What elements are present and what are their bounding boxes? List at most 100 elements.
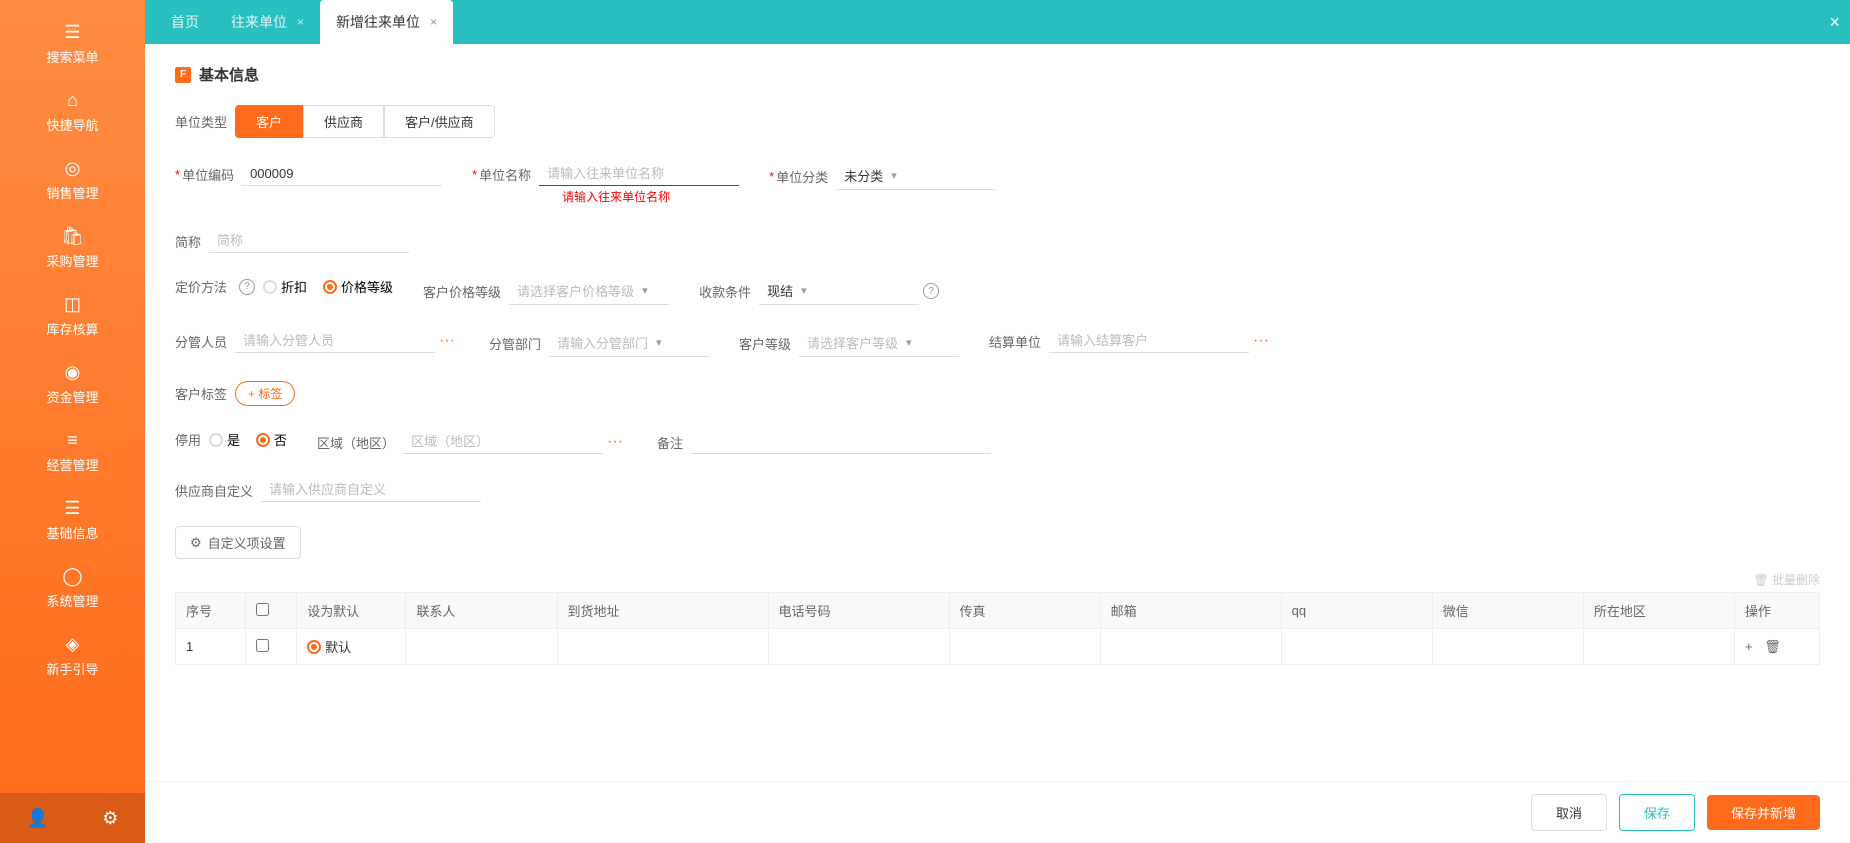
default-radio-item[interactable]: 默认 — [307, 637, 395, 656]
unit-code-label: 单位编码 — [182, 165, 234, 184]
remark-input[interactable] — [691, 430, 991, 454]
sidebar-item-inventory[interactable]: ◫ 库存核算 — [0, 282, 145, 350]
inventory-icon: ◫ — [64, 294, 81, 315]
customer-tag-group: 客户标签 + 标签 — [175, 381, 295, 406]
unit-name-input[interactable] — [539, 162, 739, 186]
contact-input[interactable] — [416, 639, 496, 654]
row-delete-icon[interactable]: 🗑 — [1764, 639, 1781, 654]
sidebar-label-basics: 基础信息 — [46, 523, 98, 542]
settlement-unit-input[interactable] — [1049, 329, 1249, 353]
disabled-yes-circle — [209, 433, 223, 447]
unit-type-customer-btn[interactable]: 客户 — [235, 105, 303, 138]
cell-default: 默认 — [297, 629, 406, 665]
cell-email — [1100, 629, 1281, 665]
payment-terms-group: 收款条件 现结 ▾ ? — [699, 277, 939, 305]
code-name-category-row: * 单位编码 * 单位名称 请输入往来单位名称 * 单位分类 未分类 ▾ — [175, 162, 1820, 213]
custom-settings-btn[interactable]: ⚙ 自定义项设置 — [175, 526, 301, 559]
unit-type-both-btn[interactable]: 客户/供应商 — [384, 105, 495, 138]
th-action: 操作 — [1735, 593, 1820, 629]
abbr-input[interactable] — [209, 229, 409, 253]
sidebar-item-search[interactable]: ☰ 搜索菜单 — [0, 10, 145, 78]
tab-new-partner-close[interactable]: × — [430, 15, 437, 29]
supplier-custom-label: 供应商自定义 — [175, 481, 253, 500]
supplier-custom-input[interactable] — [261, 478, 481, 502]
basics-icon: ☰ — [64, 498, 80, 519]
purchase-icon: 🛍 — [61, 226, 84, 247]
search-icon: ☰ — [64, 22, 80, 43]
window-close-icon[interactable]: × — [1829, 12, 1840, 33]
manager-dots-btn[interactable]: ··· — [435, 332, 459, 350]
save-button[interactable]: 保存 — [1619, 794, 1695, 831]
tab-new-partner[interactable]: 新增往来单位 × — [320, 0, 453, 44]
area-label: 区域（地区） — [317, 433, 395, 452]
sidebar-item-quick-nav[interactable]: ⌂ 快捷导航 — [0, 78, 145, 146]
th-phone: 电话号码 — [768, 593, 949, 629]
customer-level-select[interactable]: 请选择客户等级 ▾ — [799, 329, 959, 357]
sidebar-item-guide[interactable]: ◈ 新手引导 — [0, 622, 145, 690]
th-region: 所在地区 — [1583, 593, 1734, 629]
cancel-button[interactable]: 取消 — [1531, 794, 1607, 831]
disabled-yes-radio[interactable]: 是 — [209, 430, 240, 449]
region-input[interactable] — [1594, 639, 1674, 654]
cell-region — [1583, 629, 1734, 665]
payment-terms-select[interactable]: 现结 ▾ — [759, 277, 919, 305]
area-dots-btn[interactable]: ··· — [603, 433, 627, 451]
sidebar-item-operations[interactable]: ≡ 经营管理 — [0, 418, 145, 486]
tab-partners[interactable]: 往来单位 × — [215, 0, 320, 44]
unit-type-buttons: 客户 供应商 客户/供应商 — [235, 105, 495, 138]
unit-name-group: * 单位名称 请输入往来单位名称 — [472, 162, 739, 205]
disabled-no-radio[interactable]: 否 — [256, 430, 287, 449]
unit-category-select[interactable]: 未分类 ▾ — [836, 162, 996, 190]
tab-home[interactable]: 首页 — [155, 0, 215, 44]
area-input[interactable] — [403, 430, 603, 454]
email-input[interactable] — [1111, 639, 1211, 654]
tab-partners-close[interactable]: × — [297, 15, 304, 29]
pricing-level-label: 价格等级 — [341, 277, 393, 296]
manager-input[interactable] — [235, 329, 435, 353]
supplier-custom-row: 供应商自定义 — [175, 478, 1820, 510]
address-input[interactable] — [568, 639, 688, 654]
fax-input[interactable] — [960, 639, 1040, 654]
sidebar-item-basics[interactable]: ☰ 基础信息 — [0, 486, 145, 554]
wechat-input[interactable] — [1443, 639, 1523, 654]
dept-select[interactable]: 请输入分管部门 ▾ — [549, 329, 709, 357]
row-add-icon[interactable]: + — [1745, 639, 1753, 654]
sidebar-item-purchase[interactable]: 🛍 采购管理 — [0, 214, 145, 282]
add-tag-btn[interactable]: + 标签 — [235, 381, 295, 406]
system-icon: ◯ — [62, 566, 82, 587]
settlement-unit-dots-btn[interactable]: ··· — [1249, 332, 1273, 350]
row-checkbox[interactable] — [256, 639, 269, 652]
select-all-checkbox[interactable] — [256, 603, 269, 616]
settlement-unit-label: 结算单位 — [989, 332, 1041, 351]
sidebar-item-sales[interactable]: ◎ 销售管理 — [0, 146, 145, 214]
customer-price-level-select[interactable]: 请选择客户价格等级 ▾ — [509, 277, 669, 305]
pricing-help-icon[interactable]: ? — [239, 279, 255, 295]
abbr-group: 简称 — [175, 229, 409, 253]
sales-icon: ◎ — [65, 158, 81, 179]
sidebar-label-purchase: 采购管理 — [46, 251, 98, 270]
phone-input[interactable] — [779, 639, 879, 654]
batch-delete-label[interactable]: 批量删除 — [1772, 573, 1820, 587]
user-icon[interactable]: 👤 — [27, 808, 49, 829]
payment-terms-help-icon[interactable]: ? — [923, 283, 939, 299]
sidebar-item-system[interactable]: ◯ 系统管理 — [0, 554, 145, 622]
settings-bottom-icon[interactable]: ⚙ — [102, 808, 118, 829]
default-radio-circle — [307, 640, 321, 654]
batch-delete-area: 🗑 批量删除 — [175, 571, 1820, 588]
pricing-discount-radio[interactable]: 折扣 — [263, 277, 307, 296]
main-area: 首页 往来单位 × 新增往来单位 × × F 基本信息 单位类型 客户 供应商 … — [145, 0, 1850, 843]
qq-input[interactable] — [1292, 639, 1372, 654]
sidebar-label-finance: 资金管理 — [46, 387, 98, 406]
unit-type-supplier-btn[interactable]: 供应商 — [303, 105, 384, 138]
cell-action: + 🗑 — [1735, 629, 1820, 665]
cell-qq — [1281, 629, 1432, 665]
save-and-new-button[interactable]: 保存并新增 — [1707, 795, 1820, 830]
sidebar-item-finance[interactable]: ◉ 资金管理 — [0, 350, 145, 418]
payment-terms-chevron: ▾ — [801, 284, 807, 297]
sidebar-label-search: 搜索菜单 — [46, 47, 98, 66]
sidebar-label-sales: 销售管理 — [46, 183, 98, 202]
unit-code-input[interactable] — [242, 162, 442, 186]
pricing-level-radio[interactable]: 价格等级 — [323, 277, 393, 296]
th-fax: 传真 — [949, 593, 1100, 629]
unit-category-value: 未分类 — [844, 166, 883, 185]
